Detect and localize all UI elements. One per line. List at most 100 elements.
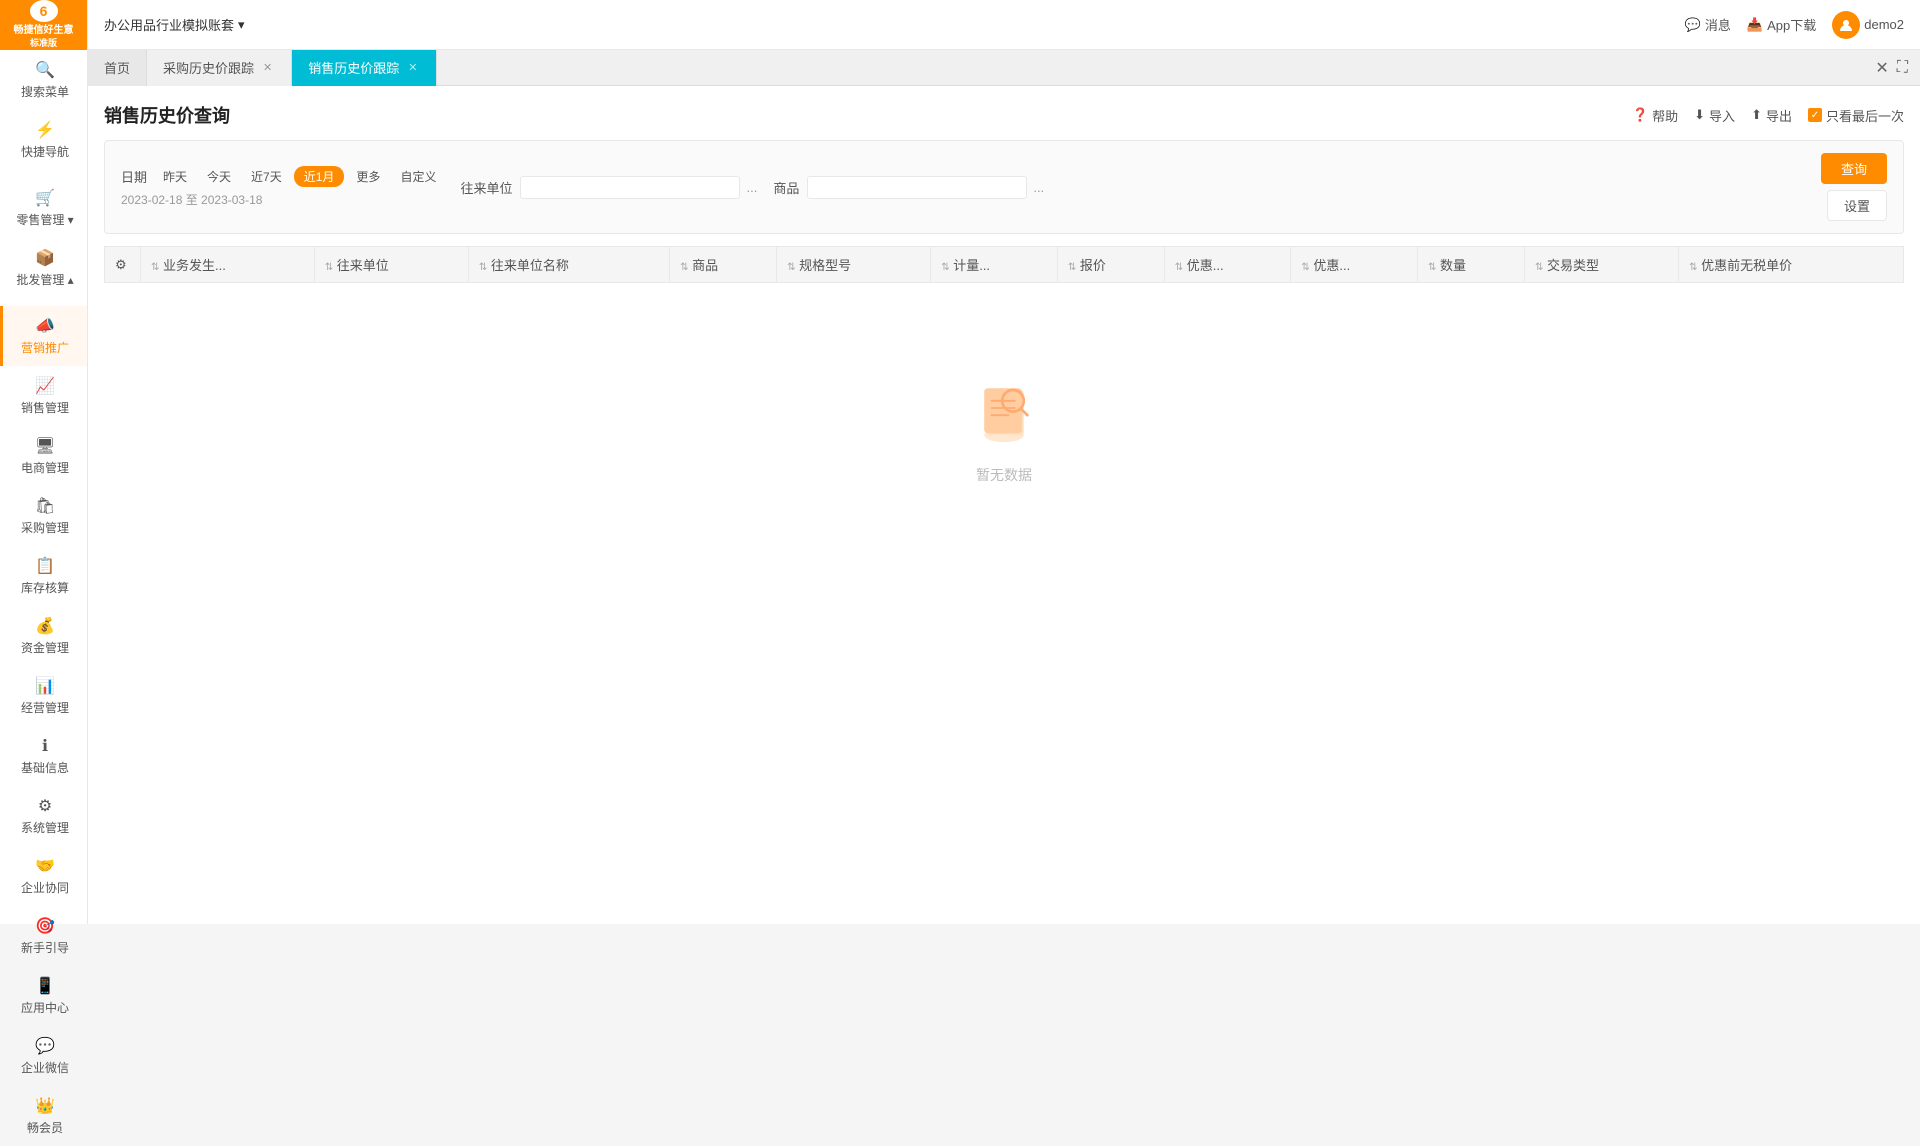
dropdown-icon: ▾ [238,17,245,33]
sidebar-item-quick-nav[interactable]: ⚡ 快捷导航 [0,110,87,170]
tab-sales-history[interactable]: 销售历史价跟踪 ✕ [292,50,437,86]
sidebar-item-enterprise-wechat[interactable]: 💬 企业微信 [0,1026,87,1086]
industry-template[interactable]: 办公用品行业模拟账套 ▾ [104,15,245,34]
help-action[interactable]: ❓ 帮助 [1632,106,1678,125]
sidebar-item-retail-mgmt[interactable]: 🛒 零售管理 ▾ [0,178,87,238]
table-col-pretax-price[interactable]: ⇅ 优惠前无税单价 [1679,247,1904,283]
membership-icon: 👑 [35,1096,55,1116]
goods-label: 商品 [773,178,799,197]
sidebar-item-search-menu[interactable]: 🔍 搜索菜单 [0,50,87,110]
export-icon: ⬆ [1751,107,1762,123]
sidebar-item-new-guide[interactable]: 🎯 新手引导 [0,906,87,966]
sidebar-item-purchase-mgmt[interactable]: 🛍 采购管理 [0,486,87,546]
date-btn-today[interactable]: 今天 [199,166,239,187]
sidebar: 6 畅捷信好生意标准版 🔍 搜索菜单 ⚡ 快捷导航 🛒 零售管理 ▾ 📦 批发管… [0,0,88,924]
only-last-checkbox[interactable]: ✓ 只看最后一次 [1808,106,1904,125]
sidebar-item-finance[interactable]: 💰 资金管理 [0,606,87,666]
table-col-unit[interactable]: ⇅ 计量... [931,247,1058,283]
sort-icon: ⇅ [941,262,949,273]
table-col-biz-date[interactable]: ⇅ 业务发生... [141,247,315,283]
sidebar-item-label: 经营管理 [21,699,69,716]
sidebar-item-label: 采购管理 [21,519,69,536]
tab-sales-history-close[interactable]: ✕ [405,60,420,75]
export-label: 导出 [1766,106,1792,125]
sidebar-item-label: 畅会员 [27,1119,63,1136]
sidebar-item-marketing[interactable]: 📣 营销推广 [0,306,87,366]
sidebar-item-label: 基础信息 [21,759,69,776]
quick-nav-icon: ⚡ [35,120,55,140]
table-col-settings[interactable]: ⚙ [105,247,141,283]
date-btn-last7days[interactable]: 近7天 [243,166,290,187]
tab-purchase-history[interactable]: 采购历史价跟踪 ✕ [147,50,292,86]
table-header-row: ⚙ ⇅ 业务发生... ⇅ 往来单位 ⇅ 往来单位名称 ⇅ 商品 [105,247,1904,283]
goods-dots[interactable]: ... [1033,180,1044,195]
table-col-spec[interactable]: ⇅ 规格型号 [777,247,931,283]
table-col-partner-name[interactable]: ⇅ 往来单位名称 [468,247,669,283]
partner-input[interactable] [520,176,740,199]
export-action[interactable]: ⬆ 导出 [1751,106,1792,125]
table-col-trade-type[interactable]: ⇅ 交易类型 [1525,247,1679,283]
inventory-icon: 📋 [35,556,55,576]
sort-icon: ⇅ [1301,262,1309,273]
sidebar-item-system-mgmt[interactable]: ⚙ 系统管理 [0,786,87,846]
topbar: 办公用品行业模拟账套 ▾ 💬 消息 📥 App下载 demo2 [88,0,1920,50]
user-menu[interactable]: demo2 [1832,11,1904,39]
sidebar-item-wholesale-mgmt[interactable]: 📦 批发管理 ▴ [0,238,87,298]
tab-home[interactable]: 首页 [88,50,147,86]
sidebar-item-membership[interactable]: 👑 畅会员 [0,1086,87,1146]
retail-mgmt-icon: 🛒 [35,188,55,208]
date-btn-yesterday[interactable]: 昨天 [155,166,195,187]
close-window-btn[interactable]: ✕ [1875,58,1888,78]
table-col-price[interactable]: ⇅ 报价 [1057,247,1164,283]
date-btn-more[interactable]: 更多 [348,166,388,187]
date-btn-last1month[interactable]: 近1月 [294,166,345,187]
sidebar-item-label: 企业协同 [21,879,69,896]
date-btn-custom[interactable]: 自定义 [392,166,444,187]
table-col-quantity[interactable]: ⇅ 数量 [1418,247,1525,283]
logo-title: 畅捷信好生意标准版 [14,24,74,50]
sidebar-item-inventory[interactable]: 📋 库存核算 [0,546,87,606]
table-col-discount1[interactable]: ⇅ 优惠... [1164,247,1291,283]
sidebar-item-enterprise[interactable]: 🤝 企业协同 [0,846,87,906]
marketing-icon: 📣 [35,316,55,336]
filter-date-group: 日期 昨天 今天 近7天 近1月 更多 自定义 2023-02-18 至 202… [121,166,444,208]
sidebar-item-label: 电商管理 [21,459,69,476]
tab-purchase-history-close[interactable]: ✕ [260,60,275,75]
import-action[interactable]: ⬇ 导入 [1694,106,1735,125]
date-shortcuts-group: 日期 昨天 今天 近7天 近1月 更多 自定义 [121,166,444,187]
settings-button[interactable]: 设置 [1827,190,1887,221]
query-button[interactable]: 查询 [1821,153,1887,184]
sidebar-item-label: 应用中心 [21,999,69,1016]
empty-state-icon [959,363,1049,453]
sidebar-item-operation[interactable]: 📊 经营管理 [0,666,87,726]
main-area: 办公用品行业模拟账套 ▾ 💬 消息 📥 App下载 demo2 首页 [88,0,1920,924]
table-col-partner-code[interactable]: ⇅ 往来单位 [314,247,468,283]
message-action[interactable]: 💬 消息 [1685,15,1731,34]
app-center-icon: 📱 [35,976,55,996]
table-col-goods[interactable]: ⇅ 商品 [670,247,777,283]
maximize-window-btn[interactable]: ⛶ [1897,59,1908,77]
sidebar-item-label: 系统管理 [21,819,69,836]
sidebar-item-label: 库存核算 [21,579,69,596]
sidebar-item-ecommerce[interactable]: 🖥 电商管理 [0,426,87,486]
basic-info-icon: ℹ [42,736,48,756]
new-guide-icon: 🎯 [35,916,55,936]
goods-input[interactable] [807,176,1027,199]
sidebar-item-basic-info[interactable]: ℹ 基础信息 [0,726,87,786]
username: demo2 [1864,17,1904,32]
sidebar-item-sales-mgmt[interactable]: 📈 销售管理 [0,366,87,426]
partner-input-group: ... [520,176,757,199]
tab-sales-history-label: 销售历史价跟踪 [308,58,399,77]
sidebar-item-label: 资金管理 [21,639,69,656]
partner-dots[interactable]: ... [746,180,757,195]
import-icon: ⬇ [1694,107,1705,123]
app-download-icon: 📥 [1747,17,1763,33]
sort-icon: ⇅ [1535,262,1543,273]
table-col-discount2[interactable]: ⇅ 优惠... [1291,247,1418,283]
sidebar-item-app-center[interactable]: 📱 应用中心 [0,966,87,1026]
sidebar-item-label: 销售管理 [21,399,69,416]
app-download-action[interactable]: 📥 App下载 [1747,15,1816,34]
data-table: ⚙ ⇅ 业务发生... ⇅ 往来单位 ⇅ 往来单位名称 ⇅ 商品 [104,246,1904,565]
help-icon: ❓ [1632,107,1648,123]
sort-icon: ⇅ [1175,262,1183,273]
